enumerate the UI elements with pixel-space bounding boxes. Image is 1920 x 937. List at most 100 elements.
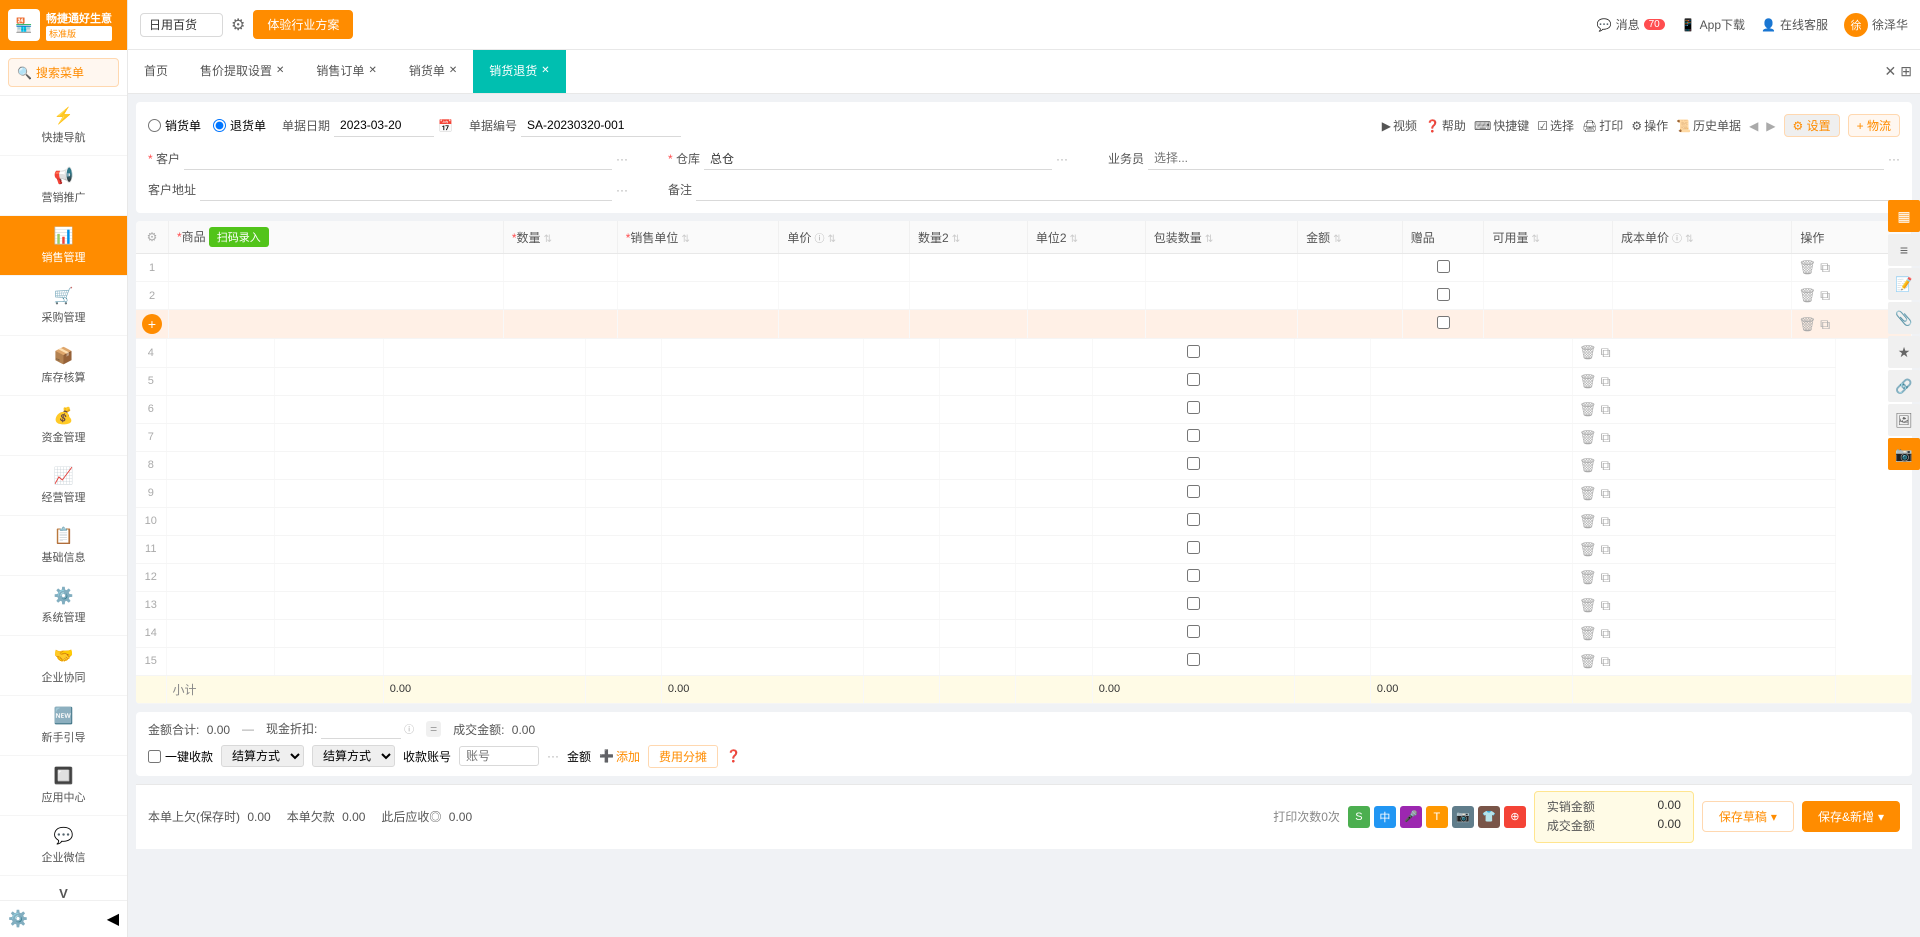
unit-price-info-icon[interactable]: ⓘ — [815, 234, 825, 245]
user-avatar[interactable]: 徐 徐泽华 — [1844, 13, 1908, 37]
gift-checkbox[interactable] — [1187, 345, 1200, 358]
unit-price-active[interactable] — [779, 310, 910, 339]
sales-unit-cell[interactable] — [383, 647, 585, 675]
tab-sales-return-close[interactable]: ✕ — [541, 65, 549, 76]
sales-unit-cell[interactable] — [383, 479, 585, 507]
sales-unit-cell[interactable] — [383, 591, 585, 619]
copy-row-btn[interactable]: ⧉ — [1601, 485, 1611, 502]
amount-cell[interactable] — [1298, 282, 1403, 310]
product-cell[interactable] — [166, 507, 275, 535]
qty2-active[interactable] — [910, 310, 1028, 339]
payment-method-select[interactable]: 结算方式 — [312, 745, 395, 767]
salesperson-input[interactable] — [1148, 147, 1884, 170]
available-cell[interactable] — [1294, 339, 1370, 367]
copy-row-btn[interactable]: ⧉ — [1601, 653, 1611, 670]
product-cell[interactable] — [166, 451, 275, 479]
unit-price-cell[interactable] — [585, 339, 661, 367]
unit2-cell[interactable] — [1027, 282, 1145, 310]
delete-row-btn[interactable]: 🗑 — [1579, 485, 1597, 502]
pkg-cell[interactable] — [940, 647, 1016, 675]
industry-select[interactable]: 日用百货 — [140, 13, 223, 37]
qty2-cell[interactable] — [661, 339, 863, 367]
product-cell[interactable] — [166, 535, 275, 563]
amount-cell[interactable] — [1016, 423, 1092, 451]
unit2-cell[interactable] — [863, 367, 939, 395]
qty-sort-icon[interactable]: ⇅ — [544, 234, 552, 245]
qty2-cell[interactable] — [661, 423, 863, 451]
qty-cell[interactable] — [275, 451, 384, 479]
search-menu-button[interactable]: 🔍 搜索菜单 — [8, 58, 119, 87]
cost-price-cell[interactable] — [1370, 591, 1572, 619]
gift-checkbox[interactable] — [1187, 513, 1200, 526]
product-cell[interactable] — [169, 282, 504, 310]
copy-row-btn[interactable]: ⧉ — [1601, 401, 1611, 418]
qty2-cell[interactable] — [910, 282, 1028, 310]
right-star-btn[interactable]: ★ — [1888, 336, 1920, 368]
right-note-btn[interactable]: 📝 — [1888, 268, 1920, 300]
pkg-cell[interactable] — [940, 367, 1016, 395]
pkg-cell[interactable] — [940, 339, 1016, 367]
available-active[interactable] — [1484, 310, 1612, 339]
qty-cell[interactable] — [503, 254, 617, 282]
cost-price-cell[interactable] — [1370, 367, 1572, 395]
copy-row-active-btn[interactable]: ⧉ — [1820, 316, 1830, 333]
sales-unit-cell[interactable] — [383, 507, 585, 535]
sales-unit-sort-icon[interactable]: ⇅ — [681, 234, 689, 245]
sales-unit-cell[interactable] — [383, 451, 585, 479]
delete-row-btn[interactable]: 🗑 — [1579, 401, 1597, 418]
gift-checkbox[interactable] — [1187, 653, 1200, 666]
cost-price-cell[interactable] — [1370, 451, 1572, 479]
cost-price-cell[interactable] — [1370, 395, 1572, 423]
qty2-cell[interactable] — [661, 563, 863, 591]
fee-question-icon[interactable]: ❓ — [726, 749, 741, 763]
calendar-icon[interactable]: 📅 — [438, 119, 453, 133]
pkg-cell[interactable] — [1145, 254, 1297, 282]
sales-unit-cell[interactable] — [617, 254, 779, 282]
pkg-cell[interactable] — [940, 395, 1016, 423]
available-cell[interactable] — [1294, 451, 1370, 479]
available-cell[interactable] — [1294, 619, 1370, 647]
sales-unit-cell[interactable] — [383, 563, 585, 591]
qty-cell[interactable] — [275, 619, 384, 647]
pkg-cell[interactable] — [940, 479, 1016, 507]
copy-row-btn[interactable]: ⧉ — [1601, 429, 1611, 446]
copy-row-btn[interactable]: ⧉ — [1601, 625, 1611, 642]
remark-input[interactable] — [696, 178, 1900, 201]
radio-delivery[interactable]: 销货单 — [148, 117, 201, 134]
amount-cell[interactable] — [1016, 367, 1092, 395]
address-input[interactable] — [200, 178, 612, 201]
unit-price-cell[interactable] — [585, 367, 661, 395]
operate-btn[interactable]: ⚙ 操作 — [1631, 117, 1668, 134]
save-new-btn[interactable]: 保存&新增 ▾ — [1802, 801, 1900, 832]
amount-cell[interactable] — [1016, 451, 1092, 479]
cost-price-cell[interactable] — [1370, 647, 1572, 675]
fee-split-btn[interactable]: 费用分摊 — [648, 745, 718, 768]
sales-unit-active[interactable] — [617, 310, 779, 339]
available-cell[interactable] — [1294, 367, 1370, 395]
product-cell[interactable] — [166, 423, 275, 451]
amount-cell[interactable] — [1016, 507, 1092, 535]
qty2-cell[interactable] — [661, 395, 863, 423]
right-image-btn[interactable]: 🖼 — [1888, 404, 1920, 436]
tab-price-set[interactable]: 售价提取设置 ✕ — [184, 50, 300, 93]
product-cell[interactable] — [166, 647, 275, 675]
dots-btn[interactable]: ··· — [547, 749, 559, 763]
one-key-receive-label[interactable]: 一键收款 — [148, 748, 213, 765]
available-cell[interactable] — [1294, 479, 1370, 507]
delete-row-btn[interactable]: 🗑 — [1579, 597, 1597, 614]
qty2-cell[interactable] — [910, 254, 1028, 282]
qty2-cell[interactable] — [661, 451, 863, 479]
copy-row-btn[interactable]: ⧉ — [1601, 513, 1611, 530]
qty2-cell[interactable] — [661, 535, 863, 563]
qty-cell[interactable] — [275, 535, 384, 563]
sidebar-item-sales[interactable]: 📊 销售管理 — [0, 216, 127, 276]
qty2-cell[interactable] — [661, 367, 863, 395]
delete-row-btn[interactable]: 🗑 — [1579, 541, 1597, 558]
unit2-cell[interactable] — [863, 563, 939, 591]
sidebar-item-purchase[interactable]: 🛒 采购管理 — [0, 276, 127, 336]
available-cell[interactable] — [1294, 395, 1370, 423]
product-cell[interactable] — [166, 591, 275, 619]
sidebar-settings-btn[interactable]: ⚙️ — [8, 909, 28, 929]
pkg-cell[interactable] — [940, 619, 1016, 647]
address-dots-btn[interactable]: ··· — [616, 183, 628, 197]
